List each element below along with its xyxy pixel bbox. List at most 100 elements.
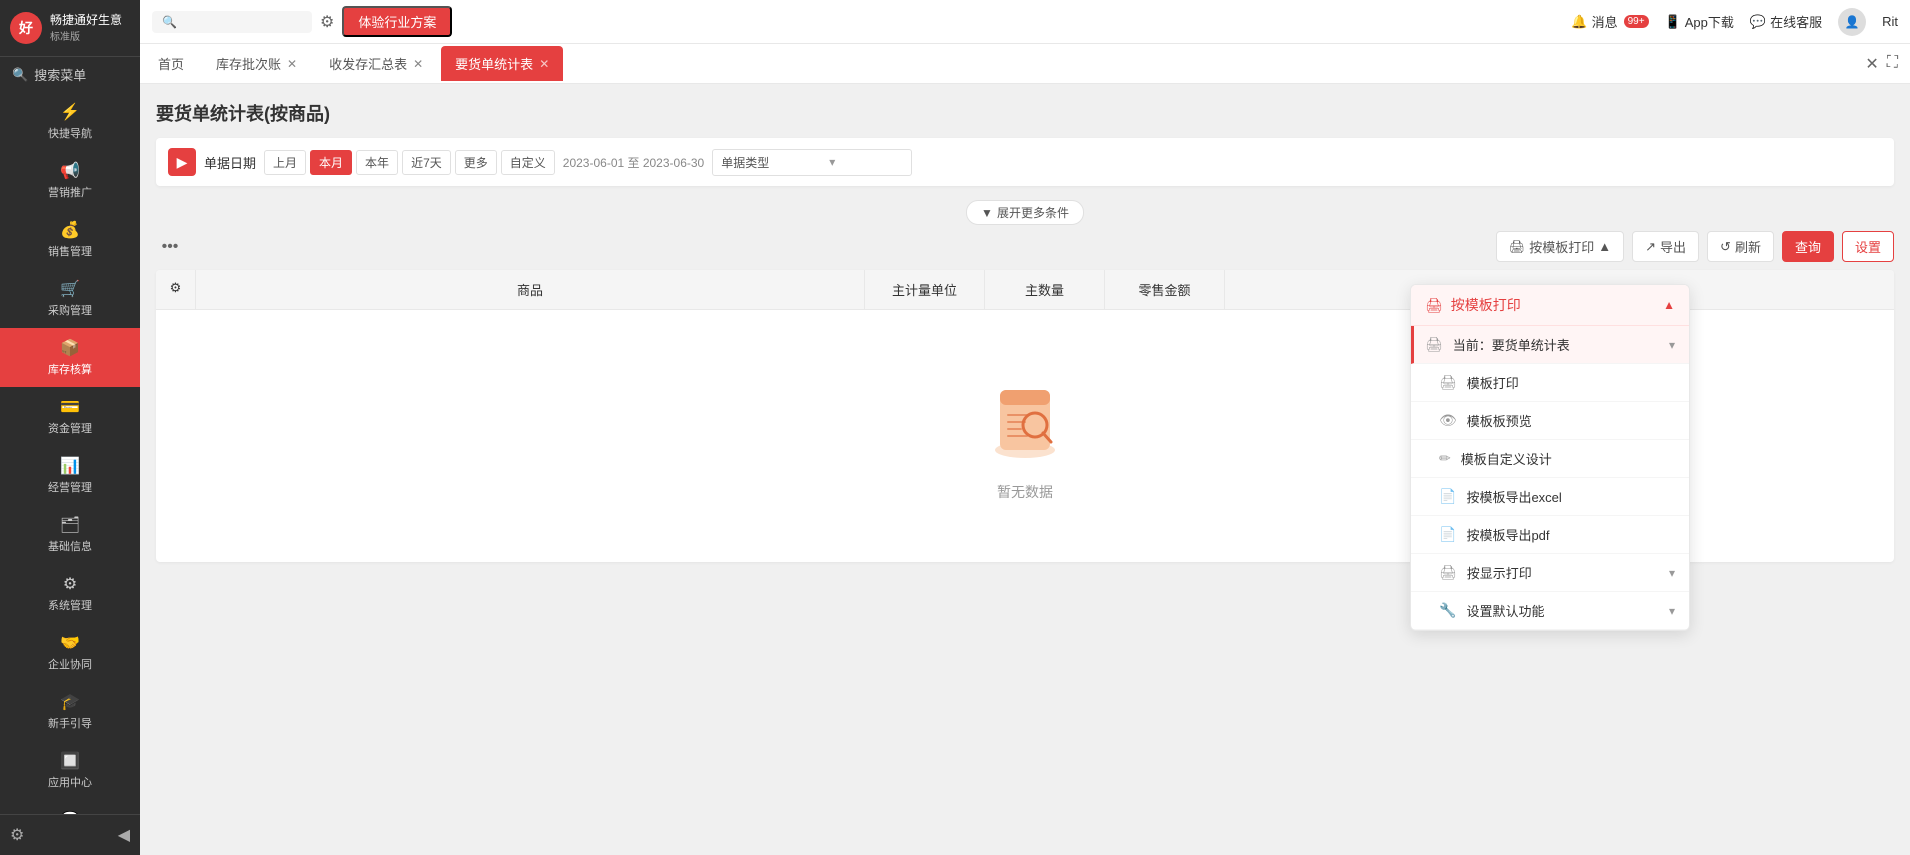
template-preview-icon: 👁 <box>1439 412 1457 429</box>
query-button[interactable]: 查询 <box>1782 231 1834 262</box>
tab-shoukuan-close[interactable]: ✕ <box>413 57 423 71</box>
sidebar-item-xinshou[interactable]: 🎓 新手引导 <box>0 682 140 741</box>
sidebar-label-xiaoshou: 销售管理 <box>48 243 92 259</box>
print-dropdown: 🖨 按模板打印 ▲ 🖨 当前：要货单统计表 ▾ 🖨 模板打印 👁 模板板预览 <box>1410 284 1690 631</box>
sidebar-item-qiye[interactable]: 🤝 企业协同 <box>0 623 140 682</box>
sidebar-nav: ⚡ 快捷导航 📢 营销推广 💰 销售管理 🛒 采购管理 📦 库存核算 💳 资金管… <box>0 92 140 814</box>
default-func-item[interactable]: 🔧 设置默认功能 ▾ <box>1411 592 1689 630</box>
date-btn-this-year[interactable]: 本年 <box>356 150 398 175</box>
tab-kucun-pici-close[interactable]: ✕ <box>287 57 297 71</box>
print-dropdown-header[interactable]: 🖨 按模板打印 ▲ <box>1411 285 1689 326</box>
th-settings[interactable]: ⚙ <box>156 270 196 309</box>
sidebar-item-kucun[interactable]: 📦 库存核算 <box>0 328 140 387</box>
print-current-template[interactable]: 🖨 当前：要货单统计表 ▾ <box>1411 326 1689 364</box>
sidebar-item-weixin[interactable]: 💬 企业微信 <box>0 800 140 814</box>
template-pdf-label: 按模板导出pdf <box>1466 525 1549 544</box>
display-print-left: 🖨 按显示打印 <box>1439 563 1532 582</box>
date-btn-this-month[interactable]: 本月 <box>310 150 352 175</box>
content-area: 要货单统计表(按商品) ▶ 单据日期 上月 本月 本年 近7天 更多 自定义 2… <box>140 84 1910 855</box>
th-unit: 主计量单位 <box>865 270 985 309</box>
topbar-search[interactable]: 🔍 <box>152 11 312 33</box>
sidebar-item-xitong[interactable]: ⚙ 系统管理 <box>0 564 140 623</box>
tab-maximize-icon[interactable]: ⛶ <box>1887 54 1898 74</box>
online-service-label: 在线客服 <box>1770 12 1822 31</box>
sidebar-item-jingying[interactable]: 📊 经营管理 <box>0 446 140 505</box>
th-qty: 主数量 <box>985 270 1105 309</box>
order-type-select[interactable]: 单据类型 ▾ <box>712 149 912 176</box>
collapse-icon[interactable]: ◀ <box>118 825 130 845</box>
date-filter-buttons: 上月 本月 本年 近7天 更多 自定义 <box>264 150 555 175</box>
filter-expand-button[interactable]: ▶ <box>168 148 196 176</box>
app-download-button[interactable]: 📱 App下载 <box>1665 12 1734 31</box>
filter-bar: ▶ 单据日期 上月 本月 本年 近7天 更多 自定义 2023-06-01 至 … <box>156 138 1894 186</box>
trial-button[interactable]: 体验行业方案 <box>342 6 452 37</box>
current-template-icon: 🖨 <box>1425 336 1443 353</box>
kucun-icon: 📦 <box>60 338 80 358</box>
tab-close-all-icon[interactable]: ✕ <box>1865 54 1878 74</box>
message-button[interactable]: 🔔 消息 99+ <box>1571 12 1648 31</box>
topbar-actions: 🔔 消息 99+ 📱 App下载 💬 在线客服 👤 Rit <box>1571 8 1898 36</box>
sidebar-label-kucun: 库存核算 <box>48 361 92 377</box>
tab-yaohuo[interactable]: 要货单统计表 ✕ <box>441 46 563 81</box>
sidebar-item-yingxiao[interactable]: 📢 营销推广 <box>0 151 140 210</box>
sidebar-item-xiaoshou[interactable]: 💰 销售管理 <box>0 210 140 269</box>
app-download-label: App下载 <box>1685 12 1734 31</box>
date-filter-label: 单据日期 <box>204 153 256 172</box>
date-btn-last-month[interactable]: 上月 <box>264 150 306 175</box>
sidebar-item-caigou[interactable]: 🛒 采购管理 <box>0 269 140 328</box>
sidebar-search-label: 搜索菜单 <box>34 65 86 84</box>
action-more-button[interactable]: ••• <box>156 233 184 261</box>
user-avatar[interactable]: 👤 <box>1838 8 1866 36</box>
export-icon: ↗ <box>1645 239 1656 255</box>
search-icon: 🔍 <box>12 67 28 83</box>
tabs-controls: ✕ ⛶ <box>1865 54 1906 74</box>
sidebar-item-zijin[interactable]: 💳 资金管理 <box>0 387 140 446</box>
sidebar-label-xinshou: 新手引导 <box>48 715 92 731</box>
action-bar: ••• 🖨 按模板打印 ▲ ↗ 导出 ↺ 刷新 查询 设置 <box>156 231 1894 262</box>
template-preview-item[interactable]: 👁 模板板预览 <box>1411 402 1689 440</box>
tab-yaohuo-close[interactable]: ✕ <box>539 57 549 71</box>
template-pdf-item[interactable]: 📄 按模板导出pdf <box>1411 516 1689 554</box>
display-print-icon: 🖨 <box>1439 564 1457 581</box>
display-print-item[interactable]: 🖨 按显示打印 ▾ <box>1411 554 1689 592</box>
tab-home[interactable]: 首页 <box>144 46 198 81</box>
message-badge: 99+ <box>1624 15 1649 28</box>
zijin-icon: 💳 <box>60 397 80 417</box>
template-print-label: 模板打印 <box>1467 373 1519 392</box>
sidebar-item-kuaijie[interactable]: ⚡ 快捷导航 <box>0 92 140 151</box>
topbar: 🔍 ⚙ 体验行业方案 🔔 消息 99+ 📱 App下载 💬 在线客服 👤 Ri <box>140 0 1910 44</box>
date-btn-last7[interactable]: 近7天 <box>402 150 451 175</box>
yingyong-icon: 🔲 <box>60 751 80 771</box>
main-area: 🔍 ⚙ 体验行业方案 🔔 消息 99+ 📱 App下载 💬 在线客服 👤 Ri <box>140 0 1910 855</box>
export-button[interactable]: ↗ 导出 <box>1632 231 1699 262</box>
template-print-item[interactable]: 🖨 模板打印 <box>1411 364 1689 402</box>
current-template-left: 🖨 当前：要货单统计表 <box>1425 335 1570 354</box>
tab-kucun-pici[interactable]: 库存批次账 ✕ <box>202 46 311 81</box>
jichu-icon: 🗂 <box>60 515 80 535</box>
print-dropdown-collapse-icon[interactable]: ▲ <box>1663 298 1675 312</box>
print-template-button[interactable]: 🖨 按模板打印 ▲ <box>1496 231 1624 262</box>
select-arrow-icon: ▾ <box>829 155 835 169</box>
template-excel-item[interactable]: 📄 按模板导出excel <box>1411 478 1689 516</box>
online-service-button[interactable]: 💬 在线客服 <box>1750 12 1822 31</box>
template-design-item[interactable]: ✏ 模板自定义设计 <box>1411 440 1689 478</box>
app-badge: 标准版 <box>50 28 122 43</box>
logo-icon: 好 <box>10 12 42 44</box>
settings-bottom-icon[interactable]: ⚙ <box>10 825 24 845</box>
date-btn-more[interactable]: 更多 <box>455 150 497 175</box>
template-design-icon: ✏ <box>1439 450 1451 467</box>
avatar-icon: 👤 <box>1845 15 1860 29</box>
refresh-icon: ↺ <box>1720 239 1731 255</box>
date-btn-custom[interactable]: 自定义 <box>501 150 555 175</box>
refresh-button[interactable]: ↺ 刷新 <box>1707 231 1774 262</box>
sidebar-item-jichu[interactable]: 🗂 基础信息 <box>0 505 140 564</box>
topbar-gear-icon[interactable]: ⚙ <box>320 12 334 32</box>
expand-more-button[interactable]: ▼ 展开更多条件 <box>966 200 1084 225</box>
sidebar-search[interactable]: 🔍 搜索菜单 <box>0 57 140 92</box>
sidebar-label-jingying: 经营管理 <box>48 479 92 495</box>
qiye-icon: 🤝 <box>60 633 80 653</box>
tab-shoukuan[interactable]: 收发存汇总表 ✕ <box>315 46 437 81</box>
date-range-text: 2023-06-01 至 2023-06-30 <box>563 154 704 171</box>
sidebar-item-yingyong[interactable]: 🔲 应用中心 <box>0 741 140 800</box>
settings-button[interactable]: 设置 <box>1842 231 1894 262</box>
